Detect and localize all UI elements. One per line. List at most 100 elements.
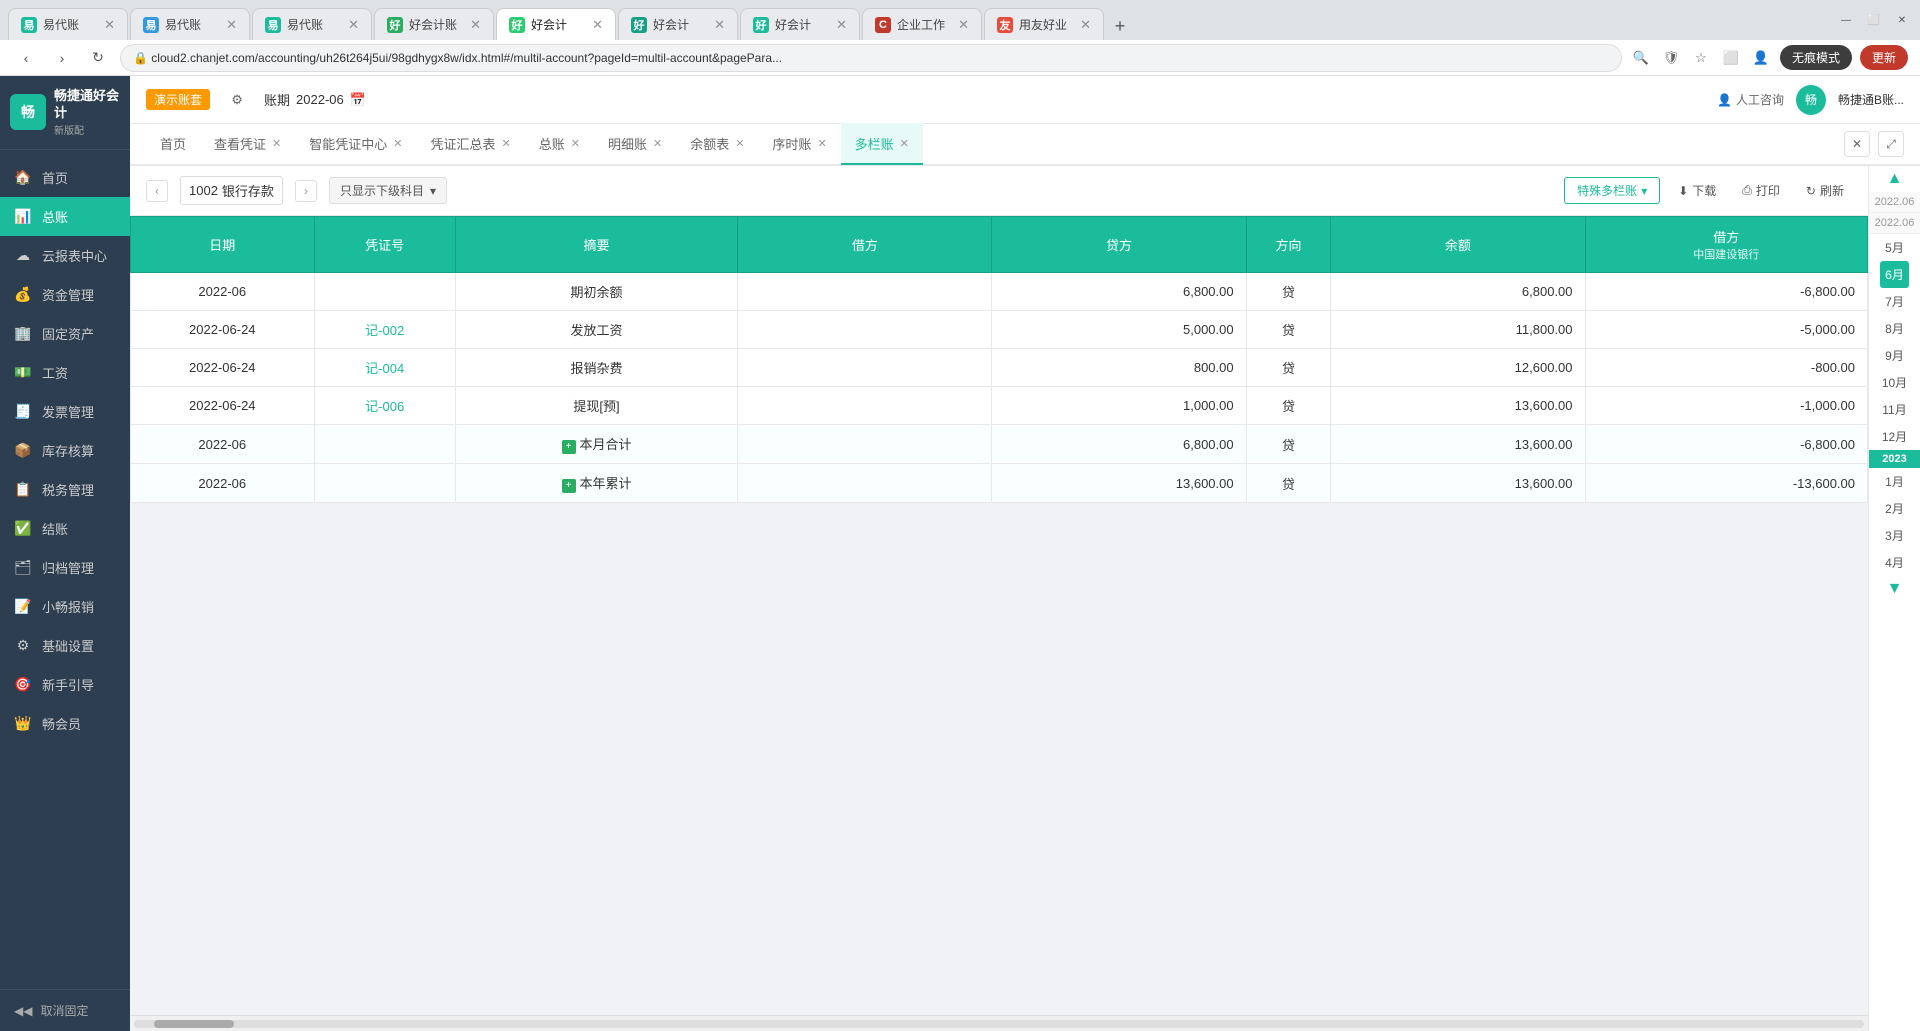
- nav-tab-balance-table[interactable]: 余额表✕: [676, 123, 758, 165]
- tab-close-button[interactable]: ✕: [592, 17, 603, 33]
- browser-tab-5[interactable]: 好 好会计 ✕: [496, 8, 616, 40]
- sidebar-item-general-ledger[interactable]: 📊 总账: [0, 197, 130, 236]
- new-tab-button[interactable]: +: [1106, 12, 1134, 40]
- nav-tab-close-multi-ledger[interactable]: ✕: [900, 137, 909, 150]
- download-button[interactable]: ⬇ 下载: [1670, 178, 1724, 203]
- settings-button[interactable]: ⚙: [226, 89, 248, 111]
- multi-col-button[interactable]: 特殊多栏账 ▾: [1564, 177, 1660, 204]
- reload-button[interactable]: ↻: [84, 44, 112, 72]
- nav-tab-detail-ledger[interactable]: 明细账✕: [594, 123, 676, 165]
- browser-tab-4[interactable]: 好 好会计账 ✕: [374, 8, 494, 40]
- tab-close-button[interactable]: ✕: [348, 17, 359, 33]
- tab-close-button[interactable]: ✕: [836, 17, 847, 33]
- browser-tab-1[interactable]: 易 易代账 ✕: [8, 8, 128, 40]
- sidebar-item-basic-settings[interactable]: ⚙ 基础设置: [0, 626, 130, 665]
- browser-tab-6[interactable]: 好 好会计 ✕: [618, 8, 738, 40]
- nav-tab-close-smart-voucher[interactable]: ✕: [393, 137, 402, 150]
- star-icon[interactable]: ☆: [1690, 47, 1712, 69]
- month-item-2022-12月[interactable]: 12月: [1880, 423, 1909, 450]
- cell-voucher-link[interactable]: 记-004: [314, 349, 455, 387]
- cell-voucher-link[interactable]: 记-002: [314, 311, 455, 349]
- tab-close-button[interactable]: ✕: [958, 17, 969, 33]
- print-button[interactable]: ⎙ 打印: [1734, 178, 1788, 203]
- nav-tab-multi-ledger[interactable]: 多栏账✕: [841, 123, 923, 165]
- browser-tab-7[interactable]: 好 好会计 ✕: [740, 8, 860, 40]
- nav-tab-sequence-ledger[interactable]: 序时账 ✕: [758, 123, 840, 165]
- sidebar-item-small-expense[interactable]: 📝 小畅报销: [0, 587, 130, 626]
- sidebar-item-icon-tax-mgmt: 📋: [14, 481, 32, 498]
- month-item-2022-6月[interactable]: 6月: [1880, 261, 1909, 288]
- nav-tab-close-general-ledger[interactable]: ✕: [571, 137, 580, 150]
- tab-close-button[interactable]: ✕: [226, 17, 237, 33]
- sidebar-item-new-guide[interactable]: 🎯 新手引导: [0, 665, 130, 704]
- search-icon[interactable]: 🔍: [1630, 47, 1652, 69]
- month-item-2022-11月[interactable]: 11月: [1880, 396, 1909, 423]
- close-button[interactable]: ✕: [1892, 10, 1912, 30]
- month-item-2023-1月[interactable]: 1月: [1883, 468, 1906, 495]
- prev-account-button[interactable]: ‹: [146, 180, 168, 202]
- sidebar-item-home[interactable]: 🏠 首页: [0, 158, 130, 197]
- month-item-2022-10月[interactable]: 10月: [1880, 369, 1909, 396]
- month-item-2023-3月[interactable]: 3月: [1883, 522, 1906, 549]
- maximize-button[interactable]: ⬜: [1864, 10, 1884, 30]
- nav-tab-label-sequence-ledger: 序时账: [772, 134, 811, 153]
- nav-tab-close-balance-table[interactable]: ✕: [735, 137, 744, 150]
- nav-tab-close-voucher-summary[interactable]: ✕: [502, 137, 511, 150]
- sidebar-pin-button[interactable]: ◀◀ 取消固定: [0, 989, 130, 1031]
- sidebar-item-invoice-mgmt[interactable]: 🧾 发票管理: [0, 392, 130, 431]
- nav-tab-home[interactable]: 首页: [146, 123, 200, 165]
- browser-tab-3[interactable]: 易 易代账 ✕: [252, 8, 372, 40]
- month-item-2023-2月[interactable]: 2月: [1883, 495, 1906, 522]
- user-icon[interactable]: 👤: [1750, 47, 1772, 69]
- tab-close-button[interactable]: ✕: [470, 17, 481, 33]
- sidebar-item-cloud-report[interactable]: ☁ 云报表中心: [0, 236, 130, 275]
- month-item-2022-5月[interactable]: 5月: [1880, 234, 1909, 261]
- month-item-2022-9月[interactable]: 9月: [1880, 342, 1909, 369]
- sidebar-item-inventory[interactable]: 📦 库存核算: [0, 431, 130, 470]
- forward-button[interactable]: ›: [48, 44, 76, 72]
- browser-tab-8[interactable]: C 企业工作 ✕: [862, 8, 982, 40]
- back-button[interactable]: ‹: [12, 44, 40, 72]
- nav-tab-view-voucher[interactable]: 查看凭证✕: [200, 123, 295, 165]
- nav-tab-smart-voucher[interactable]: 智能凭证中心✕: [295, 123, 416, 165]
- window-icon[interactable]: ⬜: [1720, 47, 1742, 69]
- shield-icon[interactable]: 🛡: [1660, 47, 1682, 69]
- nav-tab-close-detail-ledger[interactable]: ✕: [653, 137, 662, 150]
- tab-close-button[interactable]: ✕: [1080, 17, 1091, 33]
- nav-tab-general-ledger[interactable]: 总账✕: [525, 123, 594, 165]
- update-button[interactable]: 更新: [1860, 45, 1908, 70]
- month-item-2023-4月[interactable]: 4月: [1883, 549, 1906, 576]
- nav-tab-close-sequence-ledger[interactable]: ✕: [817, 137, 826, 150]
- close-panel-button[interactable]: ✕: [1844, 131, 1870, 157]
- wuhen-button[interactable]: 无痕模式: [1780, 45, 1852, 70]
- nav-tab-voucher-summary[interactable]: 凭证汇总表✕: [416, 123, 524, 165]
- sidebar-item-close-accounts[interactable]: ✅ 结账: [0, 509, 130, 548]
- subject-filter-button[interactable]: 只显示下级科目 ▾: [329, 177, 447, 204]
- month-item-2022-7月[interactable]: 7月: [1880, 288, 1909, 315]
- cell-extra: -1,000.00: [1585, 387, 1867, 425]
- browser-tab-2[interactable]: 易 易代账 ✕: [130, 8, 250, 40]
- sidebar-item-membership[interactable]: 👑 畅会员: [0, 704, 130, 743]
- tab-close-button[interactable]: ✕: [104, 17, 115, 33]
- tab-close-button[interactable]: ✕: [714, 17, 725, 33]
- browser-tab-9[interactable]: 友 用友好业 ✕: [984, 8, 1104, 40]
- account-selector[interactable]: 1002 银行存款: [180, 176, 283, 205]
- minimize-button[interactable]: —: [1836, 10, 1856, 30]
- nav-tab-close-view-voucher[interactable]: ✕: [272, 137, 281, 150]
- sidebar-sub-label: 新版配: [54, 122, 120, 137]
- month-item-2022-8月[interactable]: 8月: [1880, 315, 1909, 342]
- sidebar-item-tax-mgmt[interactable]: 📋 税务管理: [0, 470, 130, 509]
- sidebar-item-fund-mgmt[interactable]: 💰 资金管理: [0, 275, 130, 314]
- sidebar-item-archive-mgmt[interactable]: 🗂 归档管理: [0, 548, 130, 587]
- sidebar-item-salary[interactable]: 💵 工资: [0, 353, 130, 392]
- cell-voucher-link[interactable]: 记-006: [314, 387, 455, 425]
- consult-button[interactable]: 👤 人工咨询: [1717, 91, 1784, 108]
- sidebar-item-fixed-assets[interactable]: 🏢 固定资产: [0, 314, 130, 353]
- bottom-scrollbar[interactable]: [130, 1015, 1868, 1031]
- refresh-button[interactable]: ↻ 刷新: [1798, 178, 1852, 203]
- expand-panel-button[interactable]: ⤢: [1878, 131, 1904, 157]
- next-account-button[interactable]: ›: [295, 180, 317, 202]
- url-input[interactable]: 🔒 cloud2.chanjet.com/accounting/uh26t264…: [120, 44, 1622, 72]
- month-scroll-down-button[interactable]: ▼: [1869, 576, 1920, 602]
- month-scroll-up-button[interactable]: ▲: [1869, 166, 1920, 192]
